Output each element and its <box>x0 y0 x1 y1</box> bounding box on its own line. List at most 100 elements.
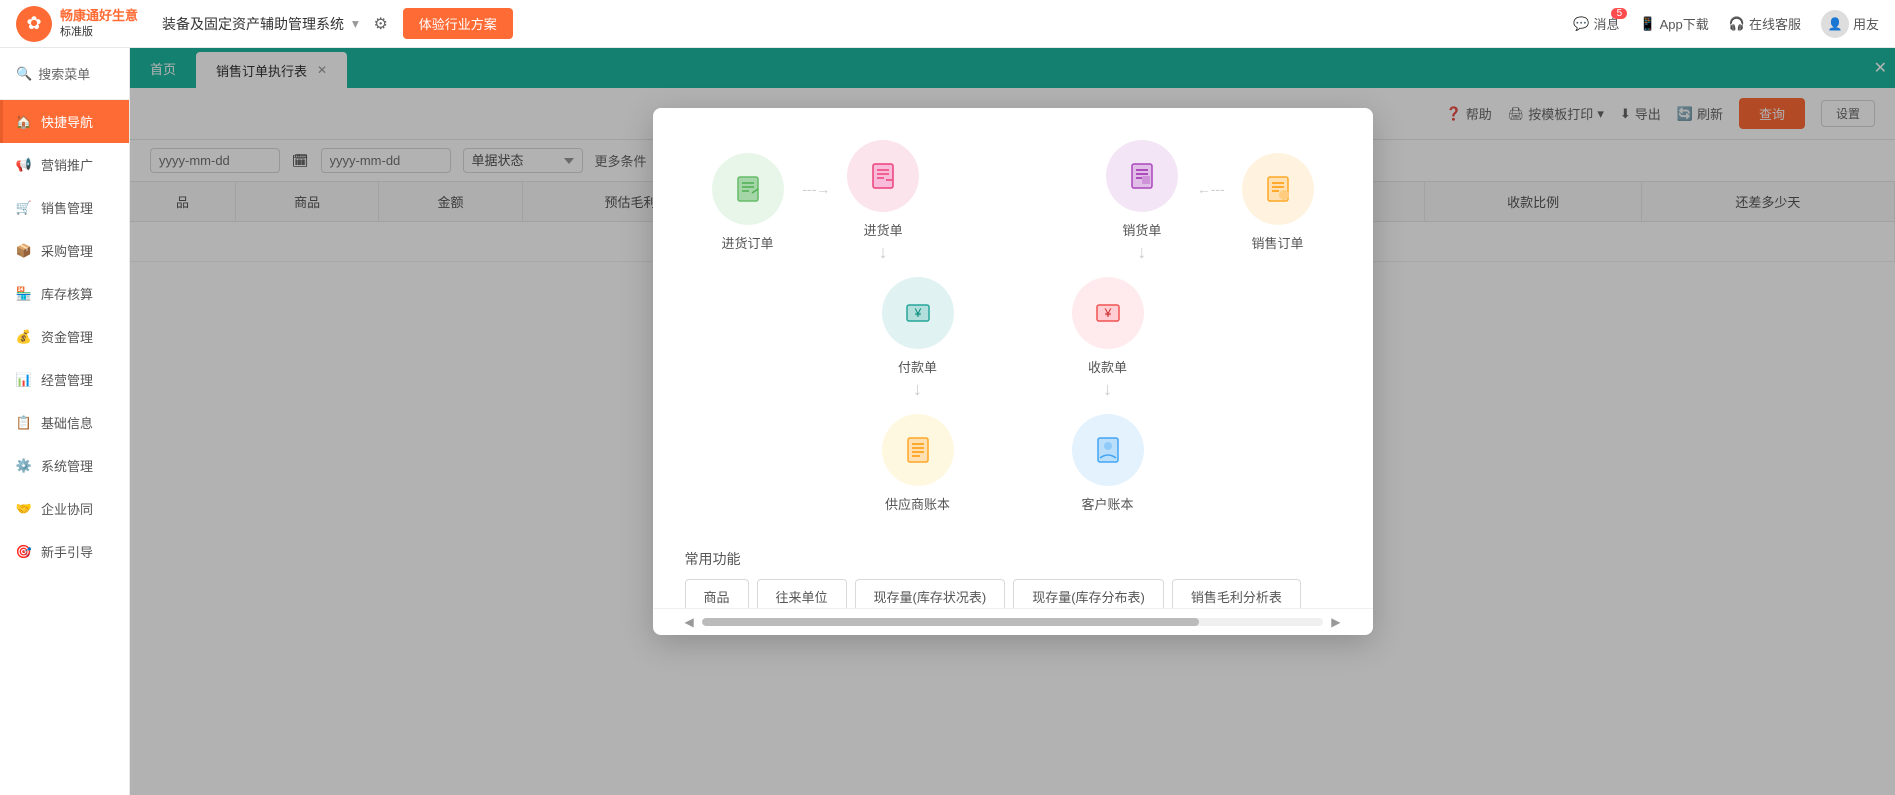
app-wrapper: ✿ 畅康通好生意 标准版 装备及固定资产辅助管理系统 ▾ ⚙ 体验行业方案 💬 … <box>0 0 1895 795</box>
sidebar-item-enterprise[interactable]: 🤝 企业协同 <box>0 487 129 530</box>
common-btn-4[interactable]: 销售毛利分析表 <box>1172 579 1301 608</box>
phone-icon: 📱 <box>1639 16 1655 32</box>
flow-row-1: 进货订单 - - - → <box>693 140 1333 265</box>
user-area[interactable]: 👤 用友 <box>1821 10 1879 38</box>
payment-bill-circle[interactable]: ¥ <box>882 277 954 349</box>
flow-sales-bill: 销货单 <box>1087 140 1197 239</box>
purchase-order-label: 进货订单 <box>721 233 773 252</box>
scrollbar-thumb <box>702 618 1199 626</box>
user-name: 用友 <box>1853 14 1879 33</box>
logo-text: 畅康通好生意 标准版 <box>60 8 138 39</box>
sidebar-label-newbie: 新手引导 <box>41 542 93 561</box>
sidebar-item-inventory[interactable]: 🏪 库存核算 <box>0 272 129 315</box>
common-section: 常用功能 商品 往来单位 现存量(库存状况表) 现存量(库存分布表) 销售毛利分… <box>653 541 1373 608</box>
common-btn-2[interactable]: 现存量(库存状况表) <box>855 579 1006 608</box>
sidebar: 🔍 搜索菜单 🏠 快捷导航 📢 营销推广 🛒 销售管理 📦 采购管理 <box>0 48 130 795</box>
sidebar-label-quicknav: 快捷导航 <box>41 112 93 131</box>
marketing-icon: 📢 <box>15 156 33 174</box>
flow-supplier-ledger: 供应商账本 <box>863 414 973 513</box>
flow-col-sales-bill: 销货单 ↓ <box>1087 140 1197 265</box>
payment-bill-label: 付款单 <box>898 357 937 376</box>
message-badge: 5 <box>1611 8 1627 19</box>
sidebar-item-finance[interactable]: 💰 资金管理 <box>0 315 129 358</box>
app-download-btn[interactable]: 📱 App下载 <box>1639 14 1708 33</box>
sidebar-item-quicknav[interactable]: 🏠 快捷导航 <box>0 100 129 143</box>
sidebar-item-system[interactable]: ⚙️ 系统管理 <box>0 444 129 487</box>
sidebar-item-newbie[interactable]: 🎯 新手引导 <box>0 530 129 573</box>
flow-sales-order: 销售订单 <box>1223 153 1333 252</box>
arrow-po-to-pb: - - - → <box>803 181 829 225</box>
flow-section: 进货订单 - - - → <box>653 108 1373 541</box>
newbie-icon: 🎯 <box>15 543 33 561</box>
popup-overlay[interactable]: 进货订单 - - - → <box>130 48 1895 795</box>
sales-order-circle[interactable] <box>1242 153 1314 225</box>
common-btn-1[interactable]: 往来单位 <box>757 579 847 608</box>
scrollbar-track <box>702 618 1324 626</box>
receipt-bill-circle[interactable]: ¥ <box>1072 277 1144 349</box>
common-btn-3[interactable]: 现存量(库存分布表) <box>1013 579 1164 608</box>
popup-scrollbar: ◀ ▶ <box>653 608 1373 635</box>
system-name: 装备及固定资产辅助管理系统 <box>162 14 344 34</box>
flow-col-receipt: ¥ 收款单 ↓ <box>1053 277 1163 402</box>
search-menu-btn[interactable]: 🔍 搜索菜单 <box>8 58 121 89</box>
settings-btn[interactable]: ⚙ <box>367 10 395 38</box>
popup-scroll-area: 进货订单 - - - → <box>653 108 1373 608</box>
inventory-icon: 🏪 <box>15 285 33 303</box>
sales-order-label: 销售订单 <box>1251 233 1303 252</box>
system-dropdown-btn[interactable]: ▾ <box>352 16 359 32</box>
sidebar-label-marketing: 营销推广 <box>41 155 93 174</box>
popup-box: 进货订单 - - - → <box>653 108 1373 635</box>
scroll-right-btn[interactable]: ▶ <box>1331 615 1340 629</box>
arrow-rec-down: ↓ <box>1103 380 1112 398</box>
main-area: 🔍 搜索菜单 🏠 快捷导航 📢 营销推广 🛒 销售管理 📦 采购管理 <box>0 48 1895 795</box>
common-title: 常用功能 <box>685 549 1341 569</box>
sidebar-item-purchase[interactable]: 📦 采购管理 <box>0 229 129 272</box>
message-btn[interactable]: 💬 消息 5 <box>1573 14 1619 33</box>
supplier-ledger-label: 供应商账本 <box>885 494 950 513</box>
scroll-left-btn[interactable]: ◀ <box>685 615 694 629</box>
headset-icon: 🎧 <box>1729 16 1745 32</box>
system-title-area: 装备及固定资产辅助管理系统 ▾ ⚙ 体验行业方案 <box>146 8 1573 39</box>
arrow-pay-down: ↓ <box>913 380 922 398</box>
common-btns-row1: 商品 往来单位 现存量(库存状况表) 现存量(库存分布表) 销售毛利分析表 商品… <box>685 579 1341 608</box>
customer-ledger-circle[interactable] <box>1072 414 1144 486</box>
supplier-ledger-circle[interactable] <box>882 414 954 486</box>
message-icon: 💬 <box>1573 16 1589 32</box>
content-area: 首页 销售订单执行表 ✕ ✕ ❓ 帮助 🖨 按模板打印 ▾ <box>130 48 1895 795</box>
sidebar-item-operations[interactable]: 📊 经营管理 <box>0 358 129 401</box>
sales-bill-circle[interactable] <box>1106 140 1178 212</box>
sidebar-label-operations: 经营管理 <box>41 370 93 389</box>
system-icon: ⚙️ <box>15 457 33 475</box>
sidebar-item-sales[interactable]: 🛒 销售管理 <box>0 186 129 229</box>
purchase-bill-circle[interactable] <box>847 140 919 212</box>
avatar: 👤 <box>1821 10 1849 38</box>
flow-row-3: 供应商账本 <box>693 414 1333 513</box>
purchase-bill-label: 进货单 <box>864 220 903 239</box>
sidebar-item-basic[interactable]: 📋 基础信息 <box>0 401 129 444</box>
flow-customer-ledger: 客户账本 <box>1053 414 1163 513</box>
sidebar-label-purchase: 采购管理 <box>41 241 93 260</box>
logo-area: ✿ 畅康通好生意 标准版 <box>16 6 146 42</box>
sales-bill-label: 销货单 <box>1122 220 1161 239</box>
arrow-pb-down: ↓ <box>879 243 888 261</box>
common-btn-0[interactable]: 商品 <box>685 579 749 608</box>
search-icon: 🔍 <box>16 66 32 82</box>
sidebar-label-inventory: 库存核算 <box>41 284 93 303</box>
flow-col-payment: ¥ 付款单 ↓ <box>863 277 973 402</box>
app-download-label: App下载 <box>1660 14 1709 33</box>
flow-purchase-order: 进货订单 <box>693 153 803 252</box>
flow-col-purchase-bill: 进货单 ↓ <box>828 140 938 265</box>
sales-icon: 🛒 <box>15 199 33 217</box>
sidebar-label-finance: 资金管理 <box>41 327 93 346</box>
trial-btn[interactable]: 体验行业方案 <box>403 8 513 39</box>
sidebar-item-marketing[interactable]: 📢 营销推广 <box>0 143 129 186</box>
quicknav-icon: 🏠 <box>15 113 33 131</box>
basic-icon: 📋 <box>15 414 33 432</box>
svg-text:¥: ¥ <box>1103 306 1111 320</box>
online-service-btn[interactable]: 🎧 在线客服 <box>1729 14 1801 33</box>
receipt-bill-label: 收款单 <box>1088 357 1127 376</box>
sidebar-label-system: 系统管理 <box>41 456 93 475</box>
sidebar-label-enterprise: 企业协同 <box>41 499 93 518</box>
purchase-order-circle[interactable] <box>712 153 784 225</box>
brand-main: 畅康通好生意 <box>60 8 138 25</box>
